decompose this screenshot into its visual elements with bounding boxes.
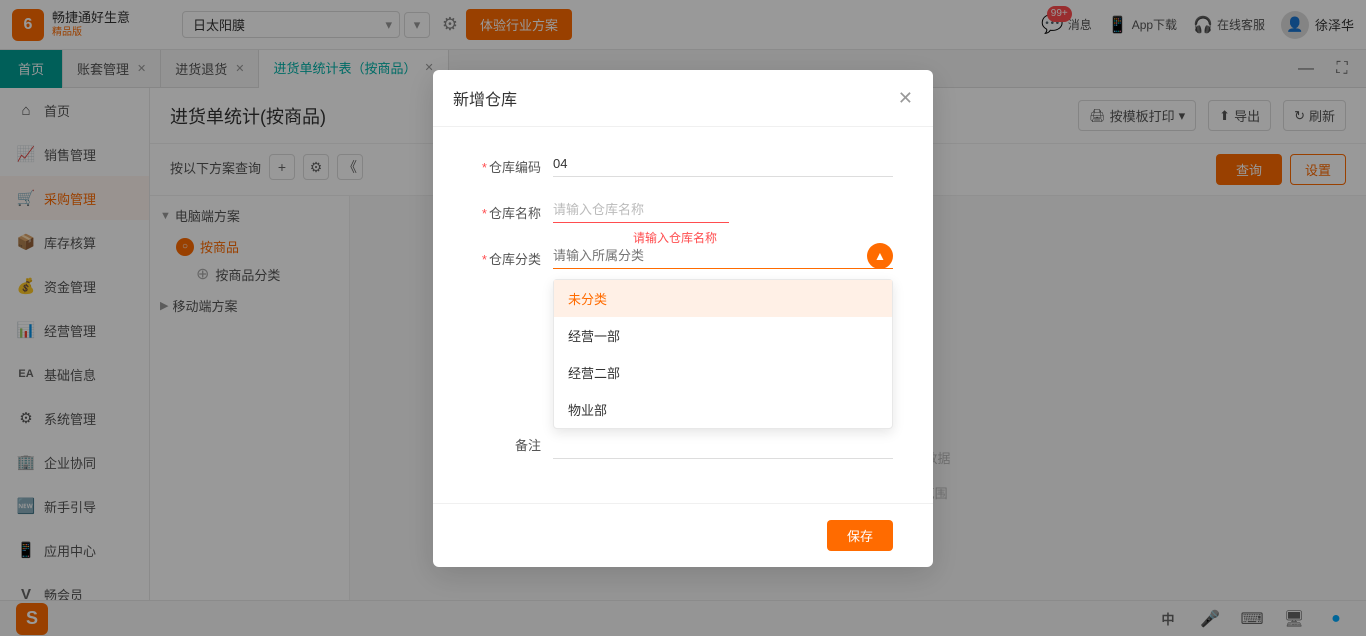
modal-title: 新增仓库 bbox=[453, 86, 517, 110]
code-label: *仓库编码 bbox=[473, 151, 553, 176]
category-toggle-button[interactable]: ▲ bbox=[867, 243, 893, 269]
code-input[interactable] bbox=[553, 151, 893, 177]
form-row-category: *仓库分类 ▲ 未分类 经营一部 经营二部 物业部 bbox=[473, 243, 893, 269]
dropdown-item-dept3[interactable]: 物业部 bbox=[554, 391, 892, 428]
dropdown-item-dept1[interactable]: 经营一部 bbox=[554, 317, 892, 354]
add-warehouse-modal: 新增仓库 ✕ *仓库编码 *仓库名称 请输入仓库名称 bbox=[433, 70, 933, 567]
form-row-note: 备注 bbox=[473, 429, 893, 459]
dropdown-item-dept2[interactable]: 经营二部 bbox=[554, 354, 892, 391]
name-field-wrapper: 请输入仓库名称 bbox=[553, 197, 893, 223]
note-textarea[interactable] bbox=[553, 429, 893, 459]
name-label: *仓库名称 bbox=[473, 197, 553, 222]
name-input[interactable] bbox=[553, 197, 729, 223]
category-input[interactable] bbox=[553, 243, 893, 269]
modal-footer: 保存 bbox=[433, 503, 933, 567]
form-row-code: *仓库编码 bbox=[473, 151, 893, 177]
category-dropdown: 未分类 经营一部 经营二部 物业部 bbox=[553, 279, 893, 429]
modal-overlay: 新增仓库 ✕ *仓库编码 *仓库名称 请输入仓库名称 bbox=[0, 0, 1366, 636]
save-button[interactable]: 保存 bbox=[827, 520, 893, 551]
category-select-wrapper: ▲ 未分类 经营一部 经营二部 物业部 bbox=[553, 243, 893, 269]
modal-body: *仓库编码 *仓库名称 请输入仓库名称 *仓库分类 bbox=[433, 127, 933, 503]
category-label: *仓库分类 bbox=[473, 243, 553, 268]
note-label: 备注 bbox=[473, 429, 553, 454]
modal-close-button[interactable]: ✕ bbox=[898, 89, 913, 107]
modal-header: 新增仓库 ✕ bbox=[433, 70, 933, 127]
dropdown-item-unclassified[interactable]: 未分类 bbox=[554, 280, 892, 317]
form-row-name: *仓库名称 请输入仓库名称 bbox=[473, 197, 893, 223]
